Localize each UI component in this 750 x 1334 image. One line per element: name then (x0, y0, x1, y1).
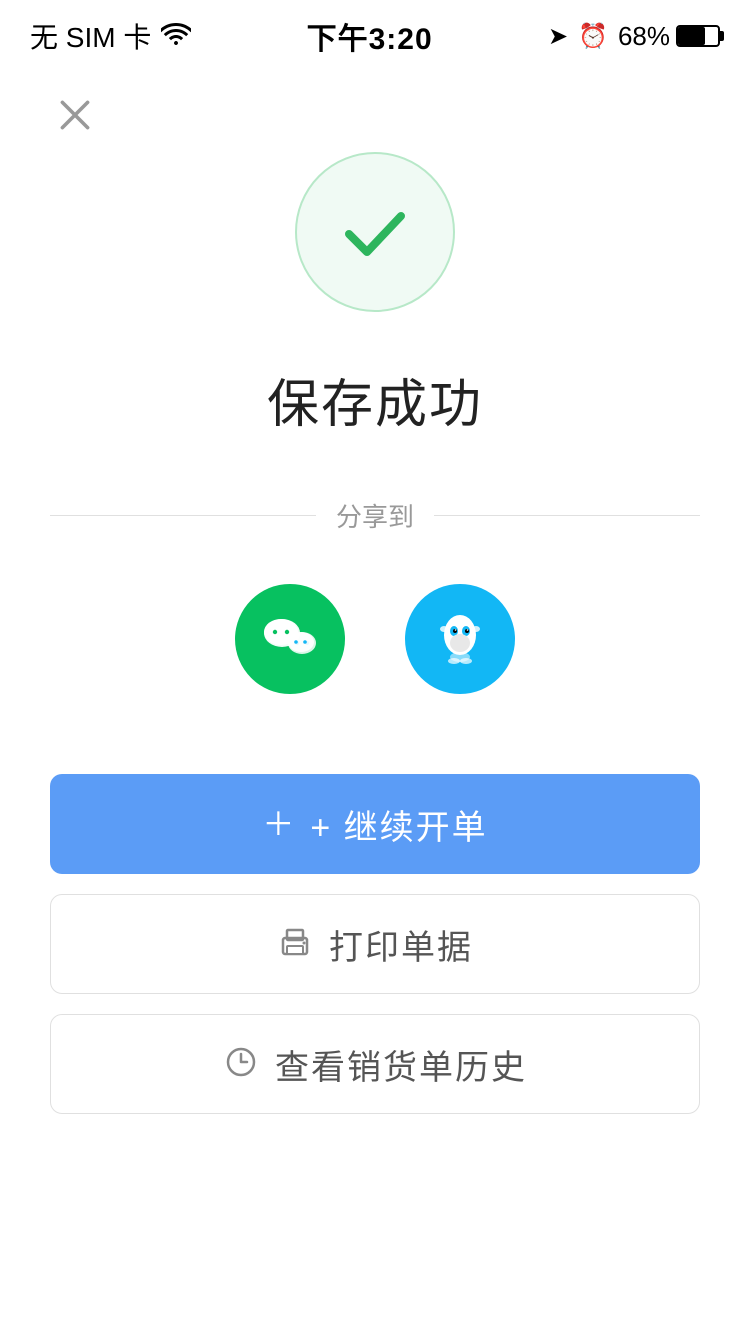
print-label: 打印单据 (329, 920, 473, 969)
battery-fill (678, 27, 705, 45)
main-content: 保存成功 分享到 (0, 72, 750, 1174)
status-right: ➤ ⏰ 68% (548, 21, 720, 52)
success-title: 保存成功 (267, 362, 483, 437)
close-button[interactable] (50, 90, 100, 140)
plus-icon: ＋ (262, 808, 294, 840)
success-circle (295, 152, 455, 312)
alarm-icon: ⏰ (578, 22, 608, 51)
wifi-icon (161, 20, 191, 52)
battery-icon (676, 25, 720, 47)
print-button[interactable]: 打印单据 (50, 894, 700, 994)
status-bar: 无 SIM 卡 下午3:20 ➤ ⏰ 68% (0, 0, 750, 72)
action-buttons: ＋ + 继续开单 打印单据 查看销货单历 (50, 774, 700, 1114)
status-time: 下午3:20 (307, 14, 433, 58)
history-label: 查看销货单历史 (275, 1040, 527, 1089)
divider-line-left (50, 515, 316, 516)
status-left: 无 SIM 卡 (30, 16, 191, 56)
wechat-share-button[interactable] (235, 584, 345, 694)
history-icon (223, 1044, 259, 1085)
share-icons-row (50, 584, 700, 694)
battery-block: 68% (618, 21, 720, 52)
printer-icon (277, 924, 313, 965)
sim-text: 无 SIM 卡 (30, 16, 151, 56)
qq-share-button[interactable] (405, 584, 515, 694)
battery-percent: 68% (618, 21, 670, 52)
continue-label: + 继续开单 (310, 800, 487, 849)
continue-button[interactable]: ＋ + 继续开单 (50, 774, 700, 874)
share-divider: 分享到 (50, 497, 700, 534)
divider-line-right (434, 515, 700, 516)
share-label: 分享到 (336, 497, 414, 534)
location-icon: ➤ (548, 22, 568, 51)
history-button[interactable]: 查看销货单历史 (50, 1014, 700, 1114)
